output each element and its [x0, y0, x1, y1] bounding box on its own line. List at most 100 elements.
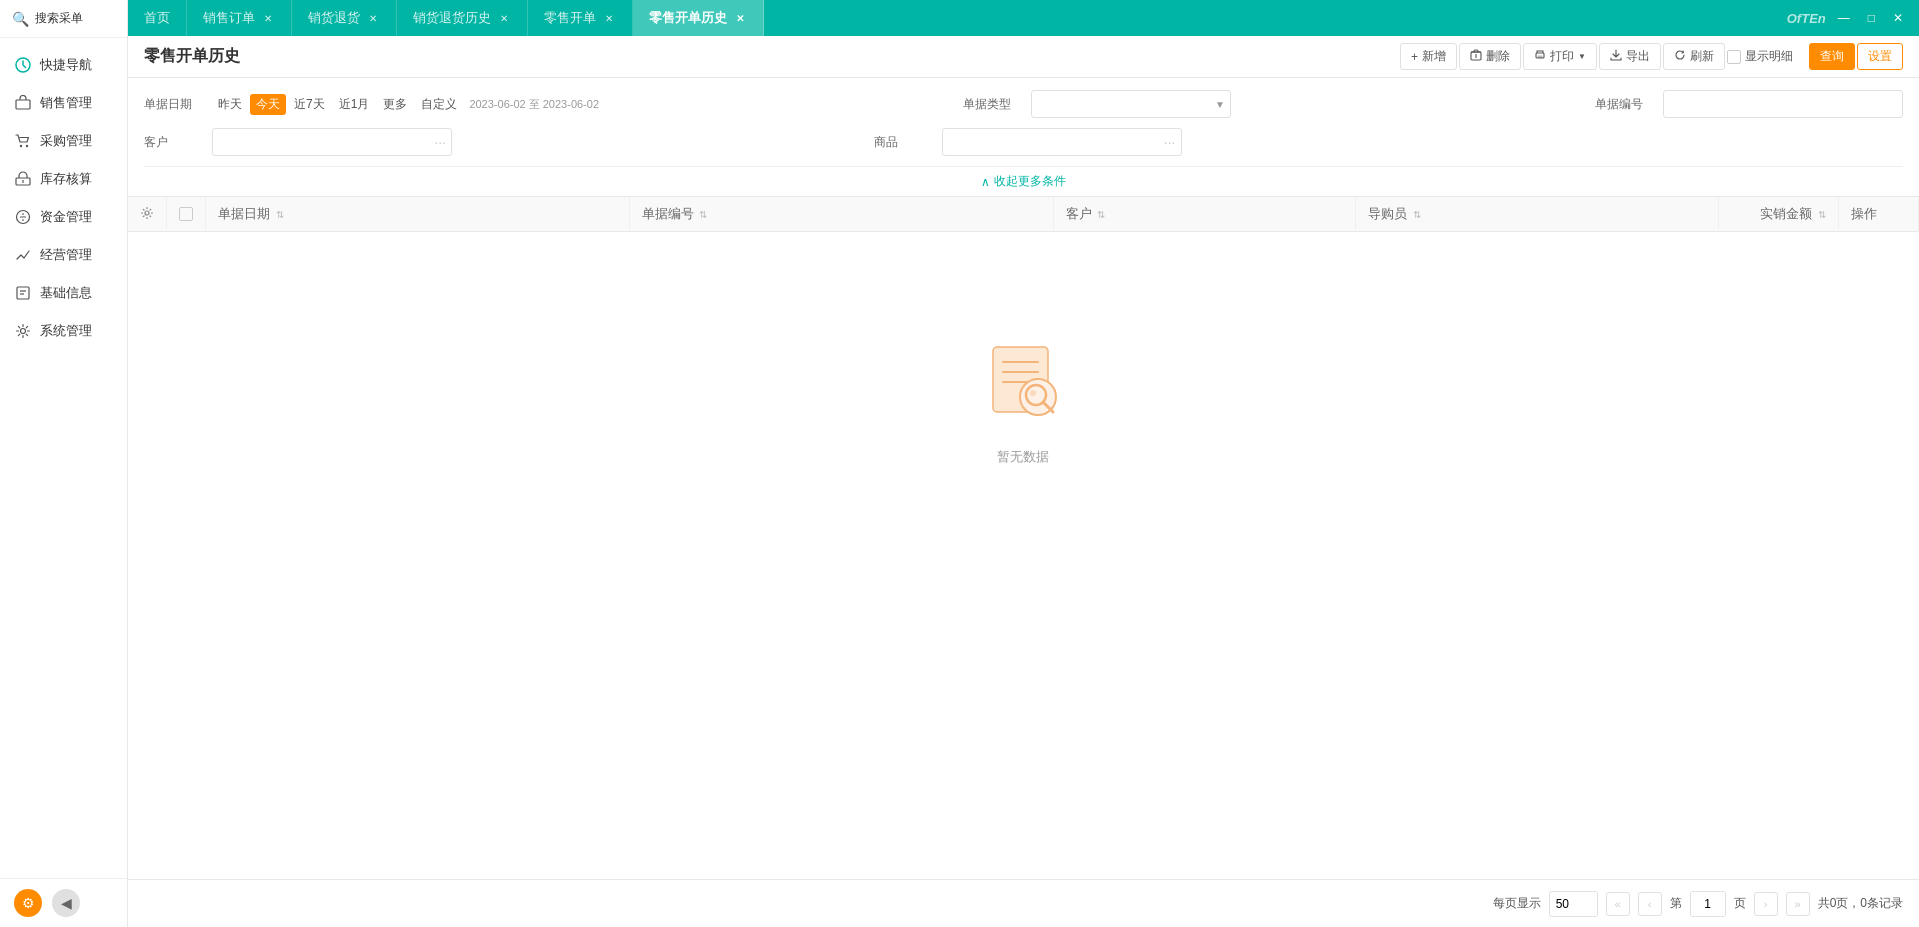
- sidebar-item-finance[interactable]: 资金管理: [0, 198, 127, 236]
- print-label: 打印: [1550, 48, 1574, 65]
- next-page-button[interactable]: ›: [1754, 892, 1778, 916]
- table-col-customer[interactable]: 客户 ⇅: [1053, 197, 1355, 232]
- query-button[interactable]: 查询: [1809, 43, 1855, 70]
- sidebar-item-inventory[interactable]: 库存核算: [0, 160, 127, 198]
- sidebar-item-label: 销售管理: [40, 94, 92, 112]
- table-col-date-label: 单据日期: [218, 206, 270, 221]
- tab-sales-order-label: 销售订单: [203, 9, 255, 27]
- svg-rect-15: [1538, 56, 1543, 59]
- svg-point-16: [145, 211, 149, 215]
- finance-icon: [14, 208, 32, 226]
- tab-retail-open-history-close[interactable]: ✕: [733, 11, 747, 25]
- tab-sales-return-history[interactable]: 销货退货历史 ✕: [397, 0, 528, 36]
- svg-point-2: [20, 145, 22, 147]
- search-icon: 🔍: [12, 11, 29, 27]
- basic-info-icon: [14, 284, 32, 302]
- export-label: 导出: [1626, 48, 1650, 65]
- sidebar-item-system[interactable]: 系统管理: [0, 312, 127, 350]
- last-page-button[interactable]: »: [1786, 892, 1810, 916]
- date-range-display: 2023-06-02 至 2023-06-02: [469, 97, 599, 112]
- sidebar-search[interactable]: 🔍 搜索采单: [0, 0, 127, 38]
- maximize-button[interactable]: □: [1862, 9, 1881, 27]
- close-window-button[interactable]: ✕: [1887, 9, 1909, 27]
- inventory-icon: [14, 170, 32, 188]
- tab-retail-open[interactable]: 零售开单 ✕: [528, 0, 633, 36]
- tab-retail-open-label: 零售开单: [544, 9, 596, 27]
- table-body: 暂无数据: [128, 232, 1919, 527]
- tab-sales-order[interactable]: 销售订单 ✕: [187, 0, 292, 36]
- customer-filter-label: 客户: [144, 134, 200, 151]
- add-label: 新增: [1422, 48, 1446, 65]
- display-cols-checkbox[interactable]: [1727, 50, 1741, 64]
- filter-area: 单据日期 昨天 今天 近7天 近1月 更多 自定义 2023-06-02 至 2…: [128, 78, 1919, 197]
- delete-label: 删除: [1486, 48, 1510, 65]
- collapse-sidebar-button[interactable]: ◀: [52, 889, 80, 917]
- delete-icon: [1470, 49, 1482, 64]
- date-more[interactable]: 更多: [377, 94, 413, 115]
- tab-retail-open-close[interactable]: ✕: [602, 11, 616, 25]
- add-icon: +: [1411, 50, 1418, 64]
- select-all-checkbox[interactable]: [179, 207, 193, 221]
- sidebar-item-basic-info[interactable]: 基础信息: [0, 274, 127, 312]
- minimize-button[interactable]: —: [1832, 9, 1856, 27]
- add-button[interactable]: + 新增: [1400, 43, 1457, 70]
- tab-sales-return-history-close[interactable]: ✕: [497, 11, 511, 25]
- toolbar: 零售开单历史 + 新增 删除 打印 ▼ 导出: [128, 36, 1919, 78]
- customer-filter-input[interactable]: [212, 128, 452, 156]
- gear-button[interactable]: ⚙: [14, 889, 42, 917]
- tab-sales-return[interactable]: 销货退货 ✕: [292, 0, 397, 36]
- tab-sales-order-close[interactable]: ✕: [261, 11, 275, 25]
- first-page-button[interactable]: «: [1606, 892, 1630, 916]
- delete-button[interactable]: 删除: [1459, 43, 1521, 70]
- main-content: 首页 销售订单 ✕ 销货退货 ✕ 销货退货历史 ✕ 零售开单 ✕ 零售开单历史 …: [128, 0, 1919, 927]
- empty-icon: [973, 332, 1073, 432]
- sidebar-item-purchase-mgmt[interactable]: 采购管理: [0, 122, 127, 160]
- export-button[interactable]: 导出: [1599, 43, 1661, 70]
- table-col-settings[interactable]: [128, 197, 167, 232]
- date-today[interactable]: 今天: [250, 94, 286, 115]
- guide-sort-icon: ⇅: [1413, 209, 1421, 220]
- sidebar-item-label: 资金管理: [40, 208, 92, 226]
- prev-page-button[interactable]: ‹: [1638, 892, 1662, 916]
- tab-retail-open-history[interactable]: 零售开单历史 ✕: [633, 0, 764, 36]
- print-button[interactable]: 打印 ▼: [1523, 43, 1597, 70]
- brand-label: OfTEn: [1787, 11, 1826, 26]
- type-filter-select[interactable]: [1031, 90, 1231, 118]
- refresh-icon: [1674, 49, 1686, 64]
- goods-filter-input[interactable]: [942, 128, 1182, 156]
- sidebar-item-label: 系统管理: [40, 322, 92, 340]
- page-number-input[interactable]: [1690, 891, 1726, 917]
- table-col-amount[interactable]: 实销金额 ⇅: [1719, 197, 1839, 232]
- table-col-guide[interactable]: 导购员 ⇅: [1355, 197, 1718, 232]
- table-col-number[interactable]: 单据编号 ⇅: [629, 197, 1053, 232]
- table-col-action: 操作: [1839, 197, 1919, 232]
- svg-rect-1: [16, 100, 30, 109]
- collapse-label: 收起更多条件: [994, 173, 1066, 190]
- table-col-checkbox[interactable]: [167, 197, 206, 232]
- date-sort-icon: ⇅: [276, 209, 284, 220]
- tab-sales-return-close[interactable]: ✕: [366, 11, 380, 25]
- table-col-date[interactable]: 单据日期 ⇅: [206, 197, 630, 232]
- id-filter-label: 单据编号: [1595, 96, 1651, 113]
- print-icon: [1534, 49, 1546, 64]
- tab-home[interactable]: 首页: [128, 0, 187, 36]
- sidebar-item-operations[interactable]: 经营管理: [0, 236, 127, 274]
- date-1month[interactable]: 近1月: [333, 94, 376, 115]
- display-cols-toggle[interactable]: 显示明细: [1727, 48, 1793, 65]
- sidebar-item-quick-nav[interactable]: 快捷导航: [0, 46, 127, 84]
- date-7days[interactable]: 近7天: [288, 94, 331, 115]
- date-custom[interactable]: 自定义: [415, 94, 463, 115]
- collapse-more-btn[interactable]: ∧ 收起更多条件: [144, 166, 1903, 196]
- refresh-button[interactable]: 刷新: [1663, 43, 1725, 70]
- empty-state: 暂无数据: [128, 232, 1919, 526]
- goods-filter-label: 商品: [874, 134, 930, 151]
- date-yesterday[interactable]: 昨天: [212, 94, 248, 115]
- svg-point-10: [21, 329, 26, 334]
- per-page-select[interactable]: 10 20 50 100: [1549, 891, 1598, 917]
- id-filter-input[interactable]: [1663, 90, 1903, 118]
- tab-home-label: 首页: [144, 9, 170, 27]
- settings-button[interactable]: 设置: [1857, 43, 1903, 70]
- sidebar-item-sales-mgmt[interactable]: 销售管理: [0, 84, 127, 122]
- table-col-customer-label: 客户: [1066, 206, 1092, 221]
- collapse-icon: ∧: [981, 175, 990, 189]
